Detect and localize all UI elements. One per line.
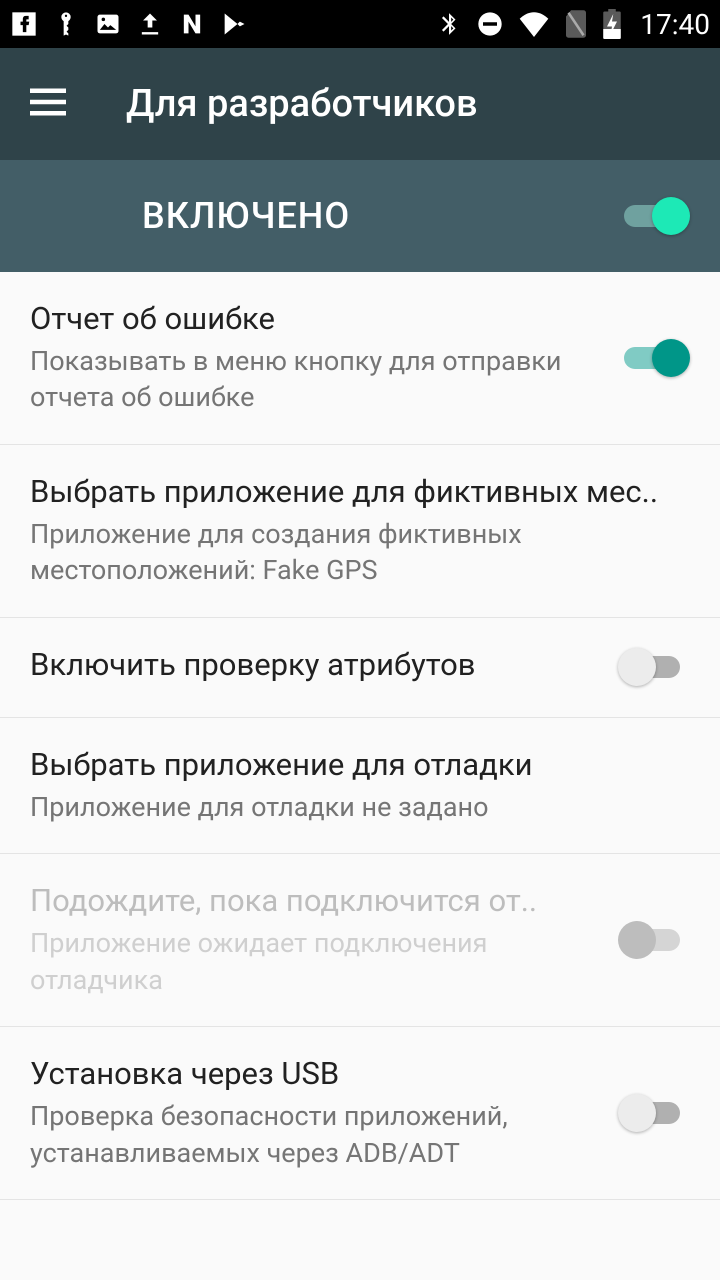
bluetooth-icon (436, 11, 462, 37)
master-toggle-label: ВКЛЮЧЕНО (142, 195, 350, 237)
wifi-icon (518, 11, 550, 37)
list-item-sub: Проверка безопасности приложений, устана… (30, 1098, 598, 1171)
list-item-bug-report[interactable]: Отчет об ошибке Показывать в меню кнопку… (0, 272, 720, 445)
list-item-attribute-check[interactable]: Включить проверку атрибутов (0, 618, 720, 718)
list-item-sub: Приложение для создания фиктивных местоп… (30, 516, 690, 589)
toggle-switch[interactable] (618, 337, 690, 379)
list-item-debug-app[interactable]: Выбрать приложение для отладки Приложени… (0, 718, 720, 854)
list-item-sub: Приложение для отладки не задано (30, 789, 690, 825)
page-title: Для разработчиков (126, 82, 478, 126)
no-sim-icon (564, 9, 588, 39)
list-item-title: Установка через USB (30, 1055, 598, 1092)
status-left (10, 10, 248, 38)
play-store-icon (220, 10, 248, 38)
list-item-title: Выбрать приложение для фиктивных мес.. (30, 473, 690, 510)
toggle-switch[interactable] (618, 646, 690, 688)
menu-icon[interactable] (30, 87, 66, 121)
list-item-title: Отчет об ошибке (30, 300, 598, 337)
facebook-icon (10, 10, 38, 38)
battery-charging-icon (602, 9, 622, 39)
list-item-title: Выбрать приложение для отладки (30, 746, 690, 783)
master-toggle-row[interactable]: ВКЛЮЧЕНО (0, 160, 720, 272)
list-item-title: Подождите, пока подключится от.. (30, 882, 598, 919)
toggle-switch[interactable] (618, 1092, 690, 1134)
list-item-sub: Показывать в меню кнопку для отправки от… (30, 343, 598, 416)
settings-list: Отчет об ошибке Показывать в меню кнопку… (0, 272, 720, 1200)
n-icon (178, 10, 206, 38)
app-bar: Для разработчиков (0, 48, 720, 160)
picture-icon (94, 10, 122, 38)
list-item-sub: Приложение ожидает подключения отладчика (30, 925, 598, 998)
upload-icon (136, 10, 164, 38)
list-item-wait-debugger: Подождите, пока подключится от.. Приложе… (0, 854, 720, 1027)
dnd-icon (476, 10, 504, 38)
list-item-title: Включить проверку атрибутов (30, 646, 598, 683)
status-right: 17:40 (436, 8, 710, 41)
key-icon (52, 10, 80, 38)
toggle-switch (618, 919, 690, 961)
list-item-usb-install[interactable]: Установка через USB Проверка безопасност… (0, 1027, 720, 1200)
status-bar: 17:40 (0, 0, 720, 48)
list-item-mock-location[interactable]: Выбрать приложение для фиктивных мес.. П… (0, 445, 720, 618)
status-time: 17:40 (640, 8, 710, 41)
master-toggle-switch[interactable] (618, 195, 690, 237)
